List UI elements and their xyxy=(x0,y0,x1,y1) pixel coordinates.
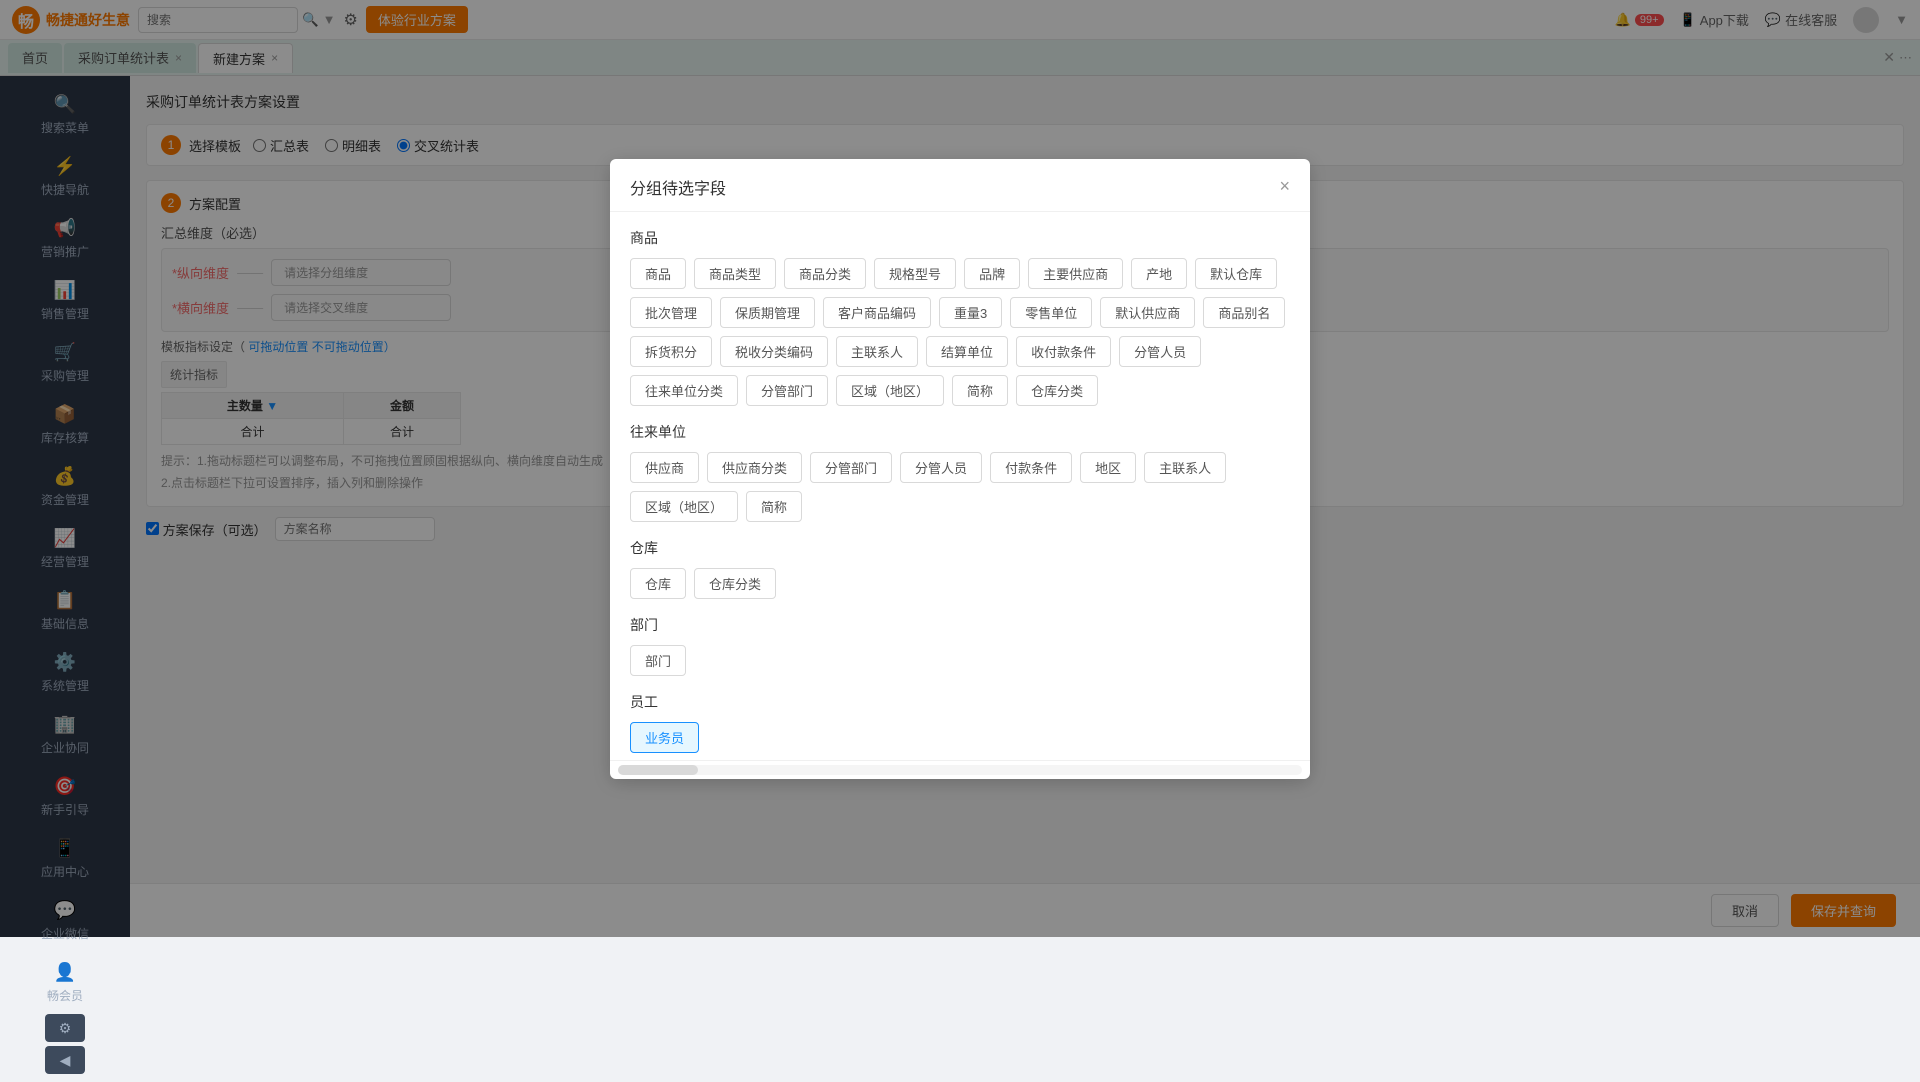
modal-overlay: 分组待选字段 × 商品 商品 商品类型 商品分类 规格型号 品牌 主要供应商 产… xyxy=(0,0,1920,937)
sidebar-item-member-label: 畅会员 xyxy=(47,987,83,1004)
field-item[interactable]: 简称 xyxy=(952,375,1008,406)
field-item[interactable]: 地区 xyxy=(1080,452,1136,483)
field-item[interactable]: 部门 xyxy=(630,645,686,676)
field-group-warehouse: 仓库 仓库 仓库分类 xyxy=(630,538,1290,599)
field-item[interactable]: 零售单位 xyxy=(1010,297,1092,328)
goods-group-title: 商品 xyxy=(630,228,1290,248)
field-item[interactable]: 付款条件 xyxy=(990,452,1072,483)
field-group-partner: 往来单位 供应商 供应商分类 分管部门 分管人员 付款条件 地区 主联系人 区域… xyxy=(630,422,1290,522)
sidebar-collapse-btn[interactable]: ◀ xyxy=(45,1046,85,1074)
field-item[interactable]: 商品 xyxy=(630,258,686,289)
modal-hscroll[interactable] xyxy=(610,760,1310,779)
field-item[interactable]: 主联系人 xyxy=(836,336,918,367)
field-item[interactable]: 税收分类编码 xyxy=(720,336,828,367)
field-item[interactable]: 默认仓库 xyxy=(1195,258,1277,289)
goods-fields: 商品 商品类型 商品分类 规格型号 品牌 主要供应商 产地 默认仓库 批次管理 … xyxy=(630,258,1290,406)
sidebar-bottom: ⚙ ◀ xyxy=(45,1014,85,1082)
field-item[interactable]: 规格型号 xyxy=(874,258,956,289)
field-item[interactable]: 批次管理 xyxy=(630,297,712,328)
field-item[interactable]: 产地 xyxy=(1131,258,1187,289)
sidebar-item-member[interactable]: 👤 畅会员 xyxy=(0,952,130,1014)
partner-group-title: 往来单位 xyxy=(630,422,1290,442)
modal-dialog: 分组待选字段 × 商品 商品 商品类型 商品分类 规格型号 品牌 主要供应商 产… xyxy=(610,159,1310,779)
field-item[interactable]: 客户商品编码 xyxy=(823,297,931,328)
field-item[interactable]: 结算单位 xyxy=(926,336,1008,367)
field-item[interactable]: 供应商 xyxy=(630,452,699,483)
field-item-employee[interactable]: 业务员 xyxy=(630,722,699,753)
department-fields: 部门 xyxy=(630,645,1290,676)
modal-header: 分组待选字段 × xyxy=(610,159,1310,212)
field-item[interactable]: 商品别名 xyxy=(1203,297,1285,328)
member-icon: 👤 xyxy=(54,962,76,983)
field-item[interactable]: 商品分类 xyxy=(784,258,866,289)
field-item[interactable]: 仓库分类 xyxy=(694,568,776,599)
employee-fields: 业务员 xyxy=(630,722,1290,753)
field-item[interactable]: 拆货积分 xyxy=(630,336,712,367)
field-group-department: 部门 部门 xyxy=(630,615,1290,676)
field-item[interactable]: 简称 xyxy=(746,491,802,522)
field-item[interactable]: 保质期管理 xyxy=(720,297,815,328)
field-item[interactable]: 主联系人 xyxy=(1144,452,1226,483)
field-item[interactable]: 仓库 xyxy=(630,568,686,599)
field-item[interactable]: 品牌 xyxy=(964,258,1020,289)
field-item[interactable]: 默认供应商 xyxy=(1100,297,1195,328)
field-item[interactable]: 分管人员 xyxy=(900,452,982,483)
partner-fields: 供应商 供应商分类 分管部门 分管人员 付款条件 地区 主联系人 区域（地区） … xyxy=(630,452,1290,522)
warehouse-fields: 仓库 仓库分类 xyxy=(630,568,1290,599)
field-item[interactable]: 区域（地区） xyxy=(836,375,944,406)
field-item[interactable]: 往来单位分类 xyxy=(630,375,738,406)
field-item[interactable]: 分管部门 xyxy=(810,452,892,483)
field-item[interactable]: 区域（地区） xyxy=(630,491,738,522)
modal-close-button[interactable]: × xyxy=(1279,176,1290,197)
sidebar-settings-btn[interactable]: ⚙ xyxy=(45,1014,85,1042)
field-group-goods: 商品 商品 商品类型 商品分类 规格型号 品牌 主要供应商 产地 默认仓库 批次… xyxy=(630,228,1290,406)
field-group-employee: 员工 业务员 xyxy=(630,692,1290,753)
modal-body: 商品 商品 商品类型 商品分类 规格型号 品牌 主要供应商 产地 默认仓库 批次… xyxy=(610,212,1310,760)
field-item[interactable]: 商品类型 xyxy=(694,258,776,289)
field-item[interactable]: 仓库分类 xyxy=(1016,375,1098,406)
field-item[interactable]: 主要供应商 xyxy=(1028,258,1123,289)
field-item[interactable]: 收付款条件 xyxy=(1016,336,1111,367)
hscroll-bar[interactable] xyxy=(618,765,1302,775)
warehouse-group-title: 仓库 xyxy=(630,538,1290,558)
field-item[interactable]: 分管部门 xyxy=(746,375,828,406)
hscroll-thumb[interactable] xyxy=(618,765,698,775)
field-item[interactable]: 重量3 xyxy=(939,297,1002,328)
modal-title: 分组待选字段 xyxy=(630,175,726,199)
field-item[interactable]: 分管人员 xyxy=(1119,336,1201,367)
department-group-title: 部门 xyxy=(630,615,1290,635)
employee-group-title: 员工 xyxy=(630,692,1290,712)
field-item[interactable]: 供应商分类 xyxy=(707,452,802,483)
